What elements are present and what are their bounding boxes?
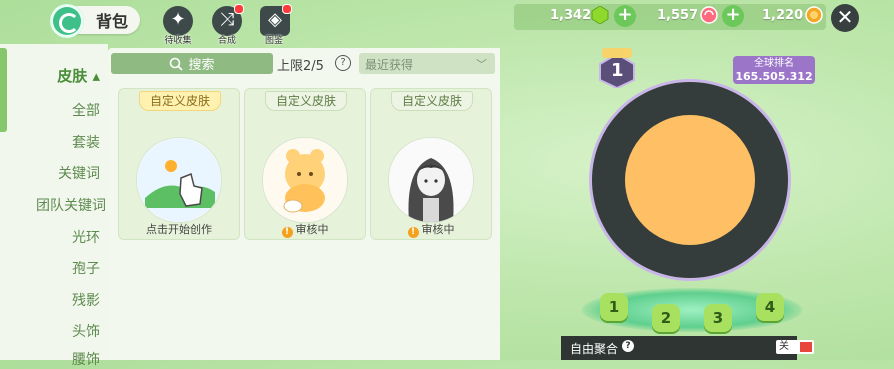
- sidebar-item-keyword[interactable]: 关键词: [0, 163, 100, 183]
- collect-button[interactable]: ✦: [163, 6, 193, 36]
- sidebar-item-waist[interactable]: 腰饰: [0, 349, 100, 369]
- create-artwork: [136, 137, 222, 223]
- warning-icon: !: [281, 227, 293, 238]
- notification-dot: [234, 4, 244, 14]
- character-image: [263, 138, 347, 222]
- slot-3[interactable]: 3: [704, 304, 732, 332]
- sidebar-item-afterimage[interactable]: 残影: [0, 290, 100, 310]
- sidebar-item-team-keyword[interactable]: 团队关键词: [6, 195, 106, 215]
- merge-label: 合成: [217, 36, 236, 46]
- bag-title: 背包: [96, 12, 129, 31]
- sidebar-item-spore[interactable]: 孢子: [0, 258, 100, 278]
- sidebar-item-halo[interactable]: 光环: [0, 227, 100, 247]
- chevron-down-icon: ﹀: [476, 58, 487, 71]
- global-rank-value: 165.505.312: [735, 70, 813, 83]
- card-footer: ! 审核中: [371, 221, 491, 238]
- coin-icon: [805, 6, 823, 24]
- codex-button[interactable]: ◈: [260, 4, 292, 36]
- sidebar-item-set[interactable]: 套装: [0, 132, 100, 152]
- card-status-text: 审核中: [421, 223, 455, 236]
- skin-preview-image: [388, 137, 474, 223]
- skin-card-review-1[interactable]: 自定义皮肤 ! 审核中: [244, 88, 366, 240]
- skin-card-create[interactable]: 自定义皮肤 点击开始创作: [118, 88, 240, 240]
- coin-count: 1,220: [762, 8, 804, 23]
- free-merge-label: 自由聚合: [570, 342, 619, 356]
- candy-count: 1,557: [657, 8, 699, 23]
- capacity-limit: 上限2/5: [277, 59, 324, 74]
- cell-preview-core[interactable]: [625, 115, 755, 245]
- notification-dot: [282, 4, 292, 14]
- bag-logo-icon: [50, 4, 84, 38]
- green-gem-count: 1,342: [550, 8, 592, 23]
- slot-1[interactable]: 1: [600, 293, 628, 321]
- help-icon[interactable]: ?: [335, 55, 351, 71]
- global-rank-label: 全球排名: [754, 58, 794, 69]
- card-tag: 自定义皮肤: [139, 91, 221, 111]
- card-footer: ! 审核中: [245, 221, 365, 238]
- card-tag: 自定义皮肤: [265, 91, 347, 111]
- slot-4[interactable]: 4: [756, 293, 784, 321]
- green-gem-icon: [591, 6, 609, 24]
- create-skin-icon: [137, 138, 221, 222]
- card-tag: 自定义皮肤: [391, 91, 473, 111]
- sidebar-item-headwear[interactable]: 头饰: [0, 321, 100, 341]
- sort-dropdown[interactable]: 最近获得 ﹀: [359, 53, 495, 74]
- toggle-text: 关: [779, 341, 789, 352]
- merge-button[interactable]: ⤨: [212, 4, 244, 36]
- global-rank-badge[interactable]: 全球排名 165.505.312: [733, 56, 815, 84]
- character-image: [389, 138, 473, 222]
- slot-2[interactable]: 2: [652, 304, 680, 332]
- sort-value: 最近获得: [365, 58, 414, 72]
- candy-icon: [700, 6, 718, 24]
- sparkle-icon: ✦: [170, 9, 186, 30]
- close-button[interactable]: ✕: [831, 4, 859, 32]
- sidebar-item-all[interactable]: 全部: [0, 100, 100, 120]
- collect-label: 待收集: [164, 36, 192, 46]
- card-footer-text: 点击开始创作: [146, 223, 212, 236]
- codex-label: 图鉴: [264, 36, 283, 46]
- free-merge-toggle[interactable]: 关: [776, 340, 814, 354]
- skin-preview-image: [262, 137, 348, 223]
- card-status-text: 审核中: [295, 223, 329, 236]
- search-button[interactable]: 搜索: [111, 53, 273, 74]
- free-merge-help-icon[interactable]: ?: [622, 340, 634, 352]
- warning-icon: !: [407, 227, 419, 238]
- search-icon: [170, 57, 184, 71]
- search-label: 搜索: [188, 58, 215, 73]
- add-gem-button[interactable]: +: [614, 5, 636, 27]
- toggle-knob: [800, 342, 812, 352]
- add-candy-button[interactable]: +: [722, 5, 744, 27]
- sidebar-item-skin[interactable]: 皮肤 ▴: [0, 65, 100, 86]
- skin-card-review-2[interactable]: 自定义皮肤 ! 审核中: [370, 88, 492, 240]
- level-number: 1: [611, 60, 624, 81]
